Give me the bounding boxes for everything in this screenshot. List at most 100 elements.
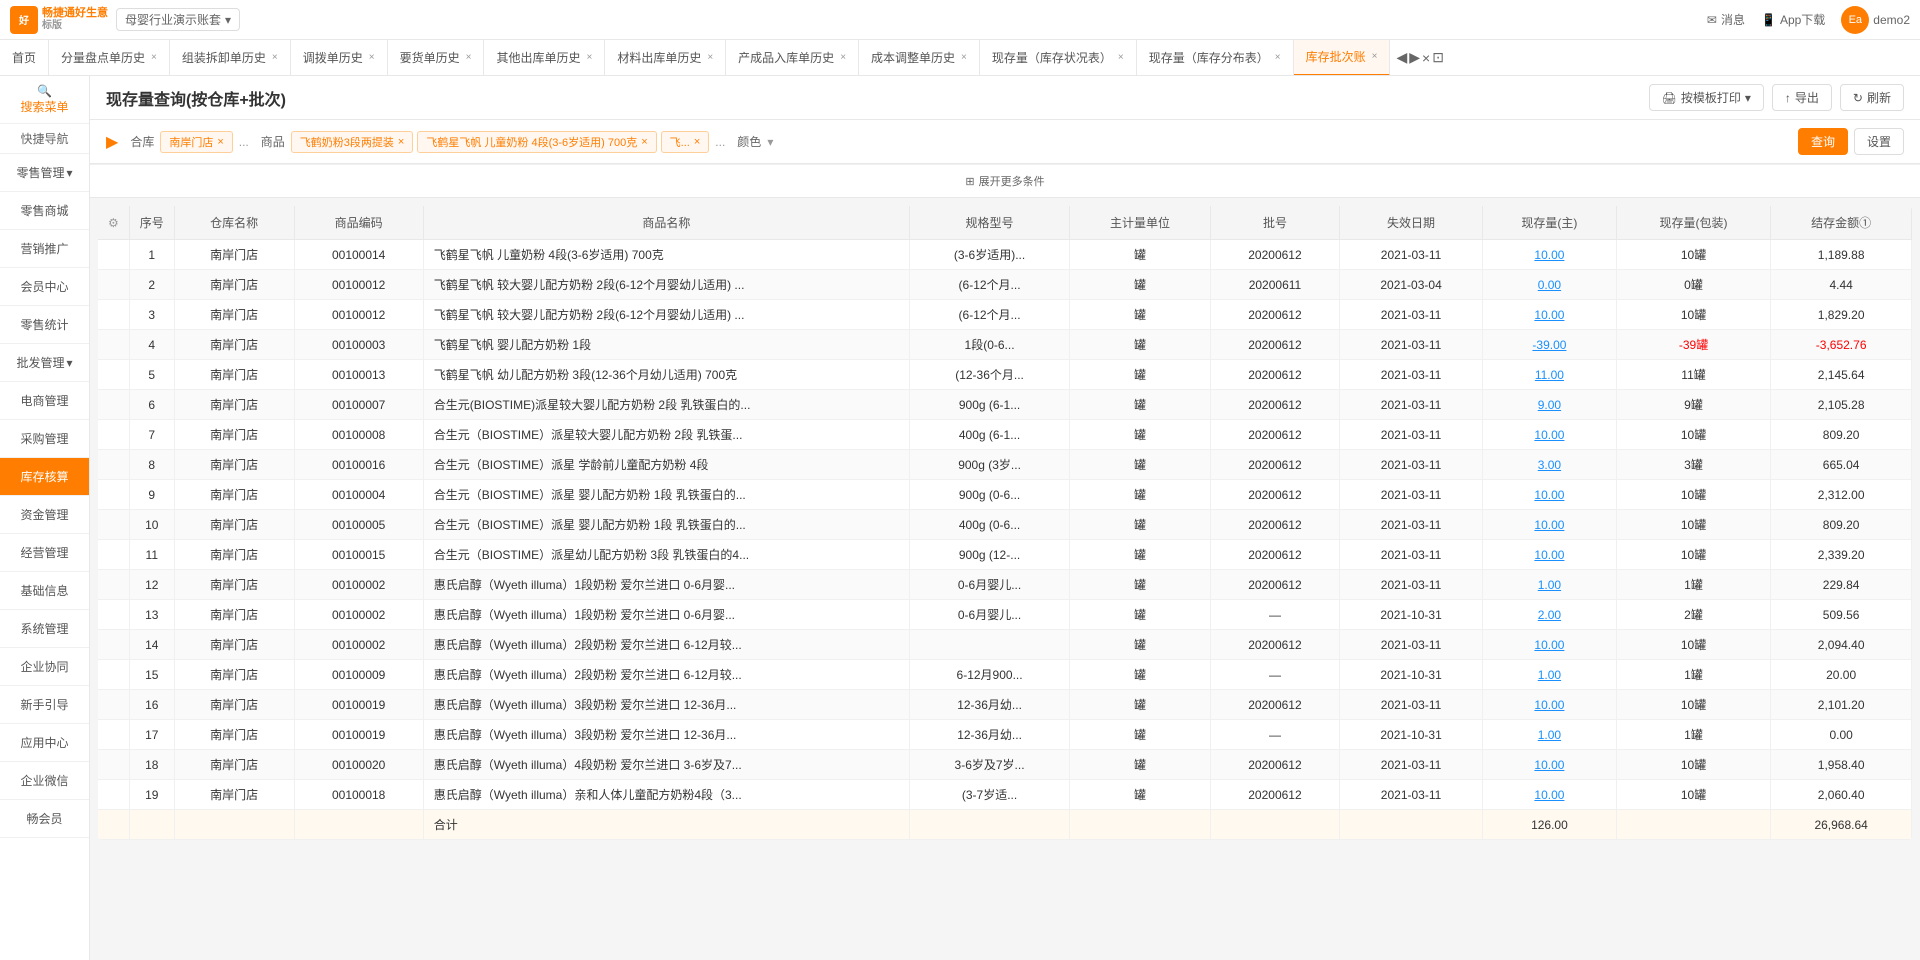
sidebar-item-member-card[interactable]: 畅会员 xyxy=(0,800,89,838)
tab-close-split-inventory[interactable]: × xyxy=(151,52,157,63)
sidebar-item-member[interactable]: 会员中心 xyxy=(0,268,89,306)
sidebar-item-inventory[interactable]: 库存核算 xyxy=(0,458,89,496)
cell-balance-11: 229.84 xyxy=(1771,570,1912,600)
sidebar-item-purchase[interactable]: 采购管理 xyxy=(0,420,89,458)
sidebar-item-system[interactable]: 系统管理 xyxy=(0,610,89,648)
tab-split-inventory[interactable]: 分量盘点单历史 × xyxy=(49,40,170,76)
tab-requisition[interactable]: 要货单历史 × xyxy=(388,40,485,76)
table-row: 19 南岸门店 00100018 惠氏启醇（Wyeth illuma）亲和人体儿… xyxy=(98,780,1912,810)
export-btn[interactable]: ↑ 导出 xyxy=(1772,84,1832,111)
cell-stock-main-13[interactable]: 10.00 xyxy=(1483,630,1617,660)
product-tag-close-0[interactable]: × xyxy=(398,136,404,148)
tab-close-batch-account[interactable]: × xyxy=(1372,51,1378,62)
account-selector[interactable]: 母婴行业演示账套 ▾ xyxy=(116,8,240,31)
tab-material-out[interactable]: 材料出库单历史 × xyxy=(605,40,726,76)
expand-icon[interactable]: ▶ xyxy=(106,132,118,152)
tab-close-disassemble[interactable]: × xyxy=(272,52,278,63)
tab-close-stock-dist[interactable]: × xyxy=(1275,52,1281,63)
tab-close-requisition[interactable]: × xyxy=(466,52,472,63)
cell-stock-main-9[interactable]: 10.00 xyxy=(1483,510,1617,540)
tab-product-in[interactable]: 产成品入库单历史 × xyxy=(726,40,859,76)
tab-batch-account[interactable]: 库存批次账 × xyxy=(1294,40,1391,76)
sidebar-item-retail-stats[interactable]: 零售统计 xyxy=(0,306,89,344)
cell-stock-main-1[interactable]: 0.00 xyxy=(1483,270,1617,300)
print-btn[interactable]: 🖨 按模板打印 ▾ xyxy=(1649,84,1764,111)
cell-settings-14 xyxy=(98,660,129,690)
cell-stock-main-8[interactable]: 10.00 xyxy=(1483,480,1617,510)
product-tag-1[interactable]: 飞鹤星飞帆 儿童奶粉 4段(3-6岁适用) 700克 × xyxy=(417,131,656,153)
cell-stock-main-16[interactable]: 1.00 xyxy=(1483,720,1617,750)
cell-stock-main-14[interactable]: 1.00 xyxy=(1483,660,1617,690)
sidebar-item-wholesale[interactable]: 批发管理 ▾ xyxy=(0,344,89,382)
sidebar-search[interactable]: 🔍 搜索菜单 xyxy=(0,76,89,124)
sidebar-item-ecommerce[interactable]: 电商管理 xyxy=(0,382,89,420)
cell-stock-main-6[interactable]: 10.00 xyxy=(1483,420,1617,450)
tab-close-cost-adjust[interactable]: × xyxy=(961,52,967,63)
tab-disassemble[interactable]: 组装拆卸单历史 × xyxy=(170,40,291,76)
tab-close-material-out[interactable]: × xyxy=(707,52,713,63)
cell-stock-main-15[interactable]: 10.00 xyxy=(1483,690,1617,720)
tab-home[interactable]: 首页 xyxy=(0,40,49,76)
total-unit xyxy=(1070,810,1211,840)
cell-stock-main-3[interactable]: -39.00 xyxy=(1483,330,1617,360)
cell-name-9: 合生元（BIOSTIME）派星 婴儿配方奶粉 1段 乳铁蛋白的... xyxy=(423,510,909,540)
app-download-btn[interactable]: 📱 App下载 xyxy=(1761,11,1825,28)
expand-sidebar-btn[interactable]: ▶ xyxy=(106,132,118,152)
product-tag-2[interactable]: 飞... × xyxy=(661,131,710,153)
sidebar-item-guide[interactable]: 新手引导 xyxy=(0,686,89,724)
warehouse-tag-close-0[interactable]: × xyxy=(217,136,223,148)
expand-more-btn[interactable]: ⊞ 展开更多条件 xyxy=(94,169,1916,193)
col-header-settings[interactable]: ⚙ xyxy=(98,206,129,240)
tab-cost-adjust[interactable]: 成本调整单历史 × xyxy=(859,40,980,76)
refresh-btn[interactable]: ↻ 刷新 xyxy=(1840,84,1904,111)
tab-other-out[interactable]: 其他出库单历史 × xyxy=(484,40,605,76)
tab-adjust[interactable]: 调拨单历史 × xyxy=(291,40,388,76)
warehouse-tag-0[interactable]: 南岸门店 × xyxy=(160,131,232,153)
tab-close-other-out[interactable]: × xyxy=(586,52,592,63)
cell-stock-main-18[interactable]: 10.00 xyxy=(1483,780,1617,810)
tab-nav-menu[interactable]: ⊡ xyxy=(1432,49,1444,66)
tab-stock-status[interactable]: 现存量（库存状况表） × xyxy=(980,40,1137,76)
sidebar-item-retail-store[interactable]: 零售商城 xyxy=(0,192,89,230)
settings-btn[interactable]: 设置 xyxy=(1854,128,1904,155)
query-btn[interactable]: 查询 xyxy=(1798,128,1848,155)
settings-icon[interactable]: ⚙ xyxy=(108,216,119,230)
cell-batch-11: 20200612 xyxy=(1210,570,1339,600)
cell-stock-main-10[interactable]: 10.00 xyxy=(1483,540,1617,570)
user-area[interactable]: Ea demo2 xyxy=(1841,6,1910,34)
cell-stock-main-12[interactable]: 2.00 xyxy=(1483,600,1617,630)
cell-stock-main-11[interactable]: 1.00 xyxy=(1483,570,1617,600)
tab-nav-prev[interactable]: ◀ xyxy=(1396,49,1407,66)
sidebar-item-finance[interactable]: 资金管理 xyxy=(0,496,89,534)
cell-stock-pkg-15: 10罐 xyxy=(1616,690,1771,720)
tab-close-product-in[interactable]: × xyxy=(840,52,846,63)
tab-nav-close[interactable]: × xyxy=(1422,50,1430,66)
sidebar-item-retail[interactable]: 零售管理 ▾ xyxy=(0,154,89,192)
tab-nav-next[interactable]: ▶ xyxy=(1409,49,1420,66)
sidebar-quick-nav[interactable]: 快捷导航 xyxy=(0,124,89,154)
cell-stock-main-7[interactable]: 3.00 xyxy=(1483,450,1617,480)
product-tag-0[interactable]: 飞鹤奶粉3段两提装 × xyxy=(291,131,414,153)
sidebar-item-enterprise[interactable]: 企业协同 xyxy=(0,648,89,686)
cell-stock-main-2[interactable]: 10.00 xyxy=(1483,300,1617,330)
sidebar-item-corp-wechat[interactable]: 企业微信 xyxy=(0,762,89,800)
tab-close-adjust[interactable]: × xyxy=(369,52,375,63)
sidebar-item-apps[interactable]: 应用中心 xyxy=(0,724,89,762)
product-tag-close-2[interactable]: × xyxy=(694,136,700,148)
total-expire xyxy=(1340,810,1483,840)
cell-stock-main-5[interactable]: 9.00 xyxy=(1483,390,1617,420)
cell-name-10: 合生元（BIOSTIME）派星幼儿配方奶粉 3段 乳铁蛋白的4... xyxy=(423,540,909,570)
cell-stock-main-4[interactable]: 11.00 xyxy=(1483,360,1617,390)
tab-stock-dist[interactable]: 现存量（库存分布表） × xyxy=(1137,40,1294,76)
product-tag-close-1[interactable]: × xyxy=(641,136,647,148)
table-row: 17 南岸门店 00100019 惠氏启醇（Wyeth illuma）3段奶粉 … xyxy=(98,720,1912,750)
sidebar-item-basic[interactable]: 基础信息 xyxy=(0,572,89,610)
cell-stock-main-0[interactable]: 10.00 xyxy=(1483,240,1617,270)
warehouse-more[interactable]: ... xyxy=(239,135,249,149)
sidebar-item-operations[interactable]: 经营管理 xyxy=(0,534,89,572)
sidebar-item-marketing[interactable]: 营销推广 xyxy=(0,230,89,268)
message-btn[interactable]: ✉ 消息 xyxy=(1707,11,1745,28)
tab-close-stock-status[interactable]: × xyxy=(1118,52,1124,63)
product-more[interactable]: ... xyxy=(715,135,725,149)
cell-stock-main-17[interactable]: 10.00 xyxy=(1483,750,1617,780)
